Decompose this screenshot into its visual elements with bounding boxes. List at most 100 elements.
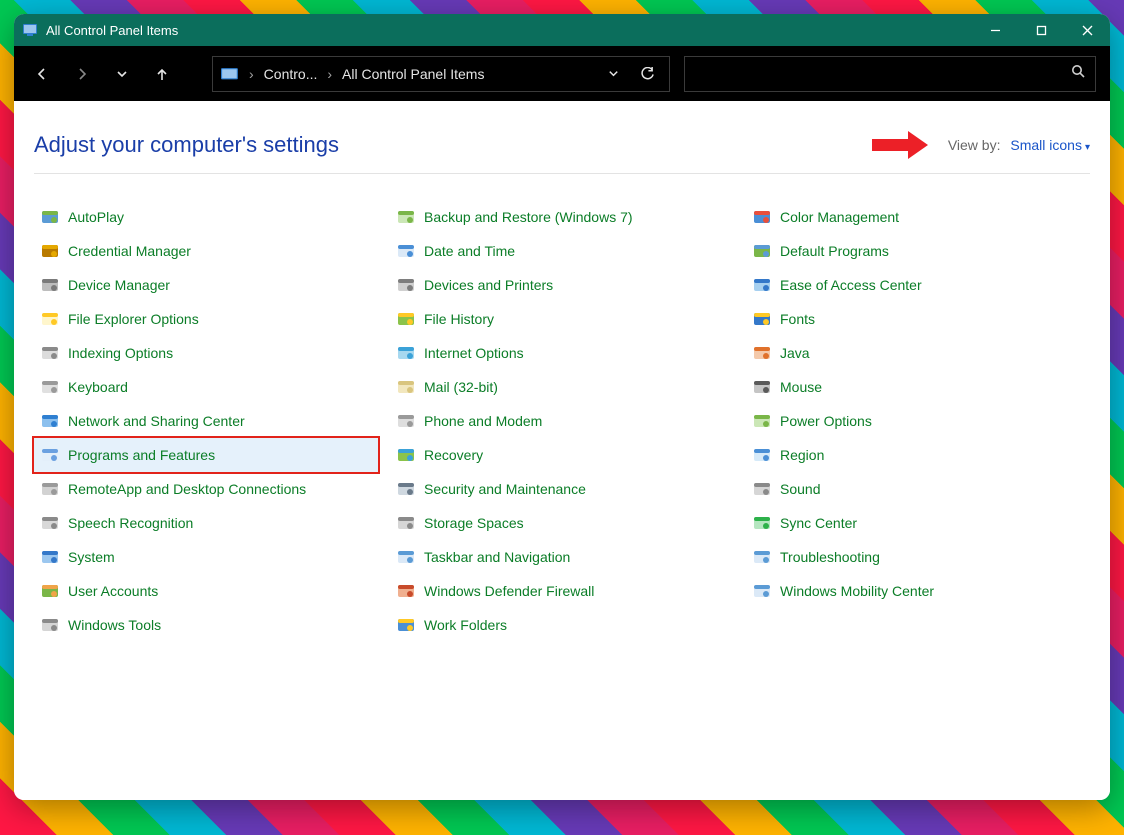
cp-item-device-manager[interactable]: Device Manager (34, 268, 378, 302)
windows-mobility-center-icon (752, 581, 772, 601)
close-button[interactable] (1064, 14, 1110, 46)
default-programs-icon (752, 241, 772, 261)
cp-item-label: Phone and Modem (424, 413, 542, 429)
cp-item-user-accounts[interactable]: User Accounts (34, 574, 378, 608)
cp-item-work-folders[interactable]: Work Folders (390, 608, 734, 642)
cp-item-troubleshooting[interactable]: Troubleshooting (746, 540, 1090, 574)
chevron-right-icon: › (249, 66, 254, 82)
cp-item-speech-recognition[interactable]: Speech Recognition (34, 506, 378, 540)
cp-item-programs-and-features[interactable]: Programs and Features (34, 438, 378, 472)
address-dropdown-button[interactable] (599, 60, 627, 88)
cp-item-system[interactable]: System (34, 540, 378, 574)
indexing-options-icon (40, 343, 60, 363)
fonts-icon (752, 309, 772, 329)
region-icon (752, 445, 772, 465)
maximize-button[interactable] (1018, 14, 1064, 46)
cp-item-recovery[interactable]: Recovery (390, 438, 734, 472)
view-by-label: View by: (948, 137, 1001, 153)
cp-item-date-and-time[interactable]: Date and Time (390, 234, 734, 268)
cp-item-storage-spaces[interactable]: Storage Spaces (390, 506, 734, 540)
security-and-maintenance-icon (396, 479, 416, 499)
cp-item-file-history[interactable]: File History (390, 302, 734, 336)
cp-item-java[interactable]: Java (746, 336, 1090, 370)
cp-item-label: Work Folders (424, 617, 507, 633)
cp-item-label: System (68, 549, 115, 565)
cp-item-label: Programs and Features (68, 447, 215, 463)
cp-item-label: Troubleshooting (780, 549, 880, 565)
windows-tools-icon (40, 615, 60, 635)
cp-item-sync-center[interactable]: Sync Center (746, 506, 1090, 540)
cp-item-ease-of-access-center[interactable]: Ease of Access Center (746, 268, 1090, 302)
titlebar: All Control Panel Items (14, 14, 1110, 46)
work-folders-icon (396, 615, 416, 635)
cp-item-sound[interactable]: Sound (746, 472, 1090, 506)
refresh-button[interactable] (633, 60, 661, 88)
sound-icon (752, 479, 772, 499)
cp-item-mail-32-bit[interactable]: Mail (32-bit) (390, 370, 734, 404)
cp-item-power-options[interactable]: Power Options (746, 404, 1090, 438)
internet-options-icon (396, 343, 416, 363)
cp-item-label: Device Manager (68, 277, 170, 293)
keyboard-icon (40, 377, 60, 397)
nav-back-button[interactable] (22, 54, 62, 94)
cp-item-windows-tools[interactable]: Windows Tools (34, 608, 378, 642)
cp-item-label: Speech Recognition (68, 515, 193, 531)
cp-item-autoplay[interactable]: AutoPlay (34, 200, 378, 234)
cp-item-mouse[interactable]: Mouse (746, 370, 1090, 404)
cp-item-network-and-sharing-center[interactable]: Network and Sharing Center (34, 404, 378, 438)
cp-item-windows-defender-firewall[interactable]: Windows Defender Firewall (390, 574, 734, 608)
cp-item-phone-and-modem[interactable]: Phone and Modem (390, 404, 734, 438)
user-accounts-icon (40, 581, 60, 601)
cp-item-windows-mobility-center[interactable]: Windows Mobility Center (746, 574, 1090, 608)
network-and-sharing-center-icon (40, 411, 60, 431)
nav-forward-button[interactable] (62, 54, 102, 94)
cp-item-label: Java (780, 345, 810, 361)
backup-and-restore-icon (396, 207, 416, 227)
recovery-icon (396, 445, 416, 465)
cp-item-default-programs[interactable]: Default Programs (746, 234, 1090, 268)
cp-item-label: Taskbar and Navigation (424, 549, 570, 565)
cp-item-indexing-options[interactable]: Indexing Options (34, 336, 378, 370)
file-history-icon (396, 309, 416, 329)
breadcrumb-crumb-2[interactable]: All Control Panel Items (342, 66, 484, 82)
cp-item-label: Devices and Printers (424, 277, 553, 293)
cp-item-label: Mail (32-bit) (424, 379, 498, 395)
cp-item-remoteapp-and-desktop-connections[interactable]: RemoteApp and Desktop Connections (34, 472, 378, 506)
cp-item-label: Sync Center (780, 515, 857, 531)
search-input[interactable] (684, 56, 1096, 92)
cp-item-credential-manager[interactable]: Credential Manager (34, 234, 378, 268)
cp-item-label: Sound (780, 481, 820, 497)
cp-item-label: User Accounts (68, 583, 158, 599)
cp-item-file-explorer-options[interactable]: File Explorer Options (34, 302, 378, 336)
mail-32-bit-icon (396, 377, 416, 397)
nav-up-button[interactable] (142, 54, 182, 94)
minimize-button[interactable] (972, 14, 1018, 46)
breadcrumb-crumb-1[interactable]: Contro... (264, 66, 318, 82)
cp-item-fonts[interactable]: Fonts (746, 302, 1090, 336)
address-icon (221, 67, 239, 81)
cp-item-security-and-maintenance[interactable]: Security and Maintenance (390, 472, 734, 506)
cp-item-region[interactable]: Region (746, 438, 1090, 472)
programs-and-features-icon (40, 445, 60, 465)
cp-item-taskbar-and-navigation[interactable]: Taskbar and Navigation (390, 540, 734, 574)
control-panel-window: All Control Panel Items › Contro... › Al… (14, 14, 1110, 800)
file-explorer-options-icon (40, 309, 60, 329)
cp-item-label: Color Management (780, 209, 899, 225)
storage-spaces-icon (396, 513, 416, 533)
cp-item-label: Region (780, 447, 824, 463)
cp-item-color-management[interactable]: Color Management (746, 200, 1090, 234)
view-by-value-dropdown[interactable]: Small icons▾ (1010, 137, 1090, 153)
cp-item-label: Windows Tools (68, 617, 161, 633)
cp-item-backup-and-restore[interactable]: Backup and Restore (Windows 7) (390, 200, 734, 234)
nav-recent-button[interactable] (102, 54, 142, 94)
address-bar[interactable]: › Contro... › All Control Panel Items (212, 56, 670, 92)
date-and-time-icon (396, 241, 416, 261)
power-options-icon (752, 411, 772, 431)
cp-item-label: Network and Sharing Center (68, 413, 245, 429)
cp-item-devices-and-printers[interactable]: Devices and Printers (390, 268, 734, 302)
cp-item-keyboard[interactable]: Keyboard (34, 370, 378, 404)
cp-item-label: Indexing Options (68, 345, 173, 361)
phone-and-modem-icon (396, 411, 416, 431)
cp-item-internet-options[interactable]: Internet Options (390, 336, 734, 370)
cp-item-label: File History (424, 311, 494, 327)
